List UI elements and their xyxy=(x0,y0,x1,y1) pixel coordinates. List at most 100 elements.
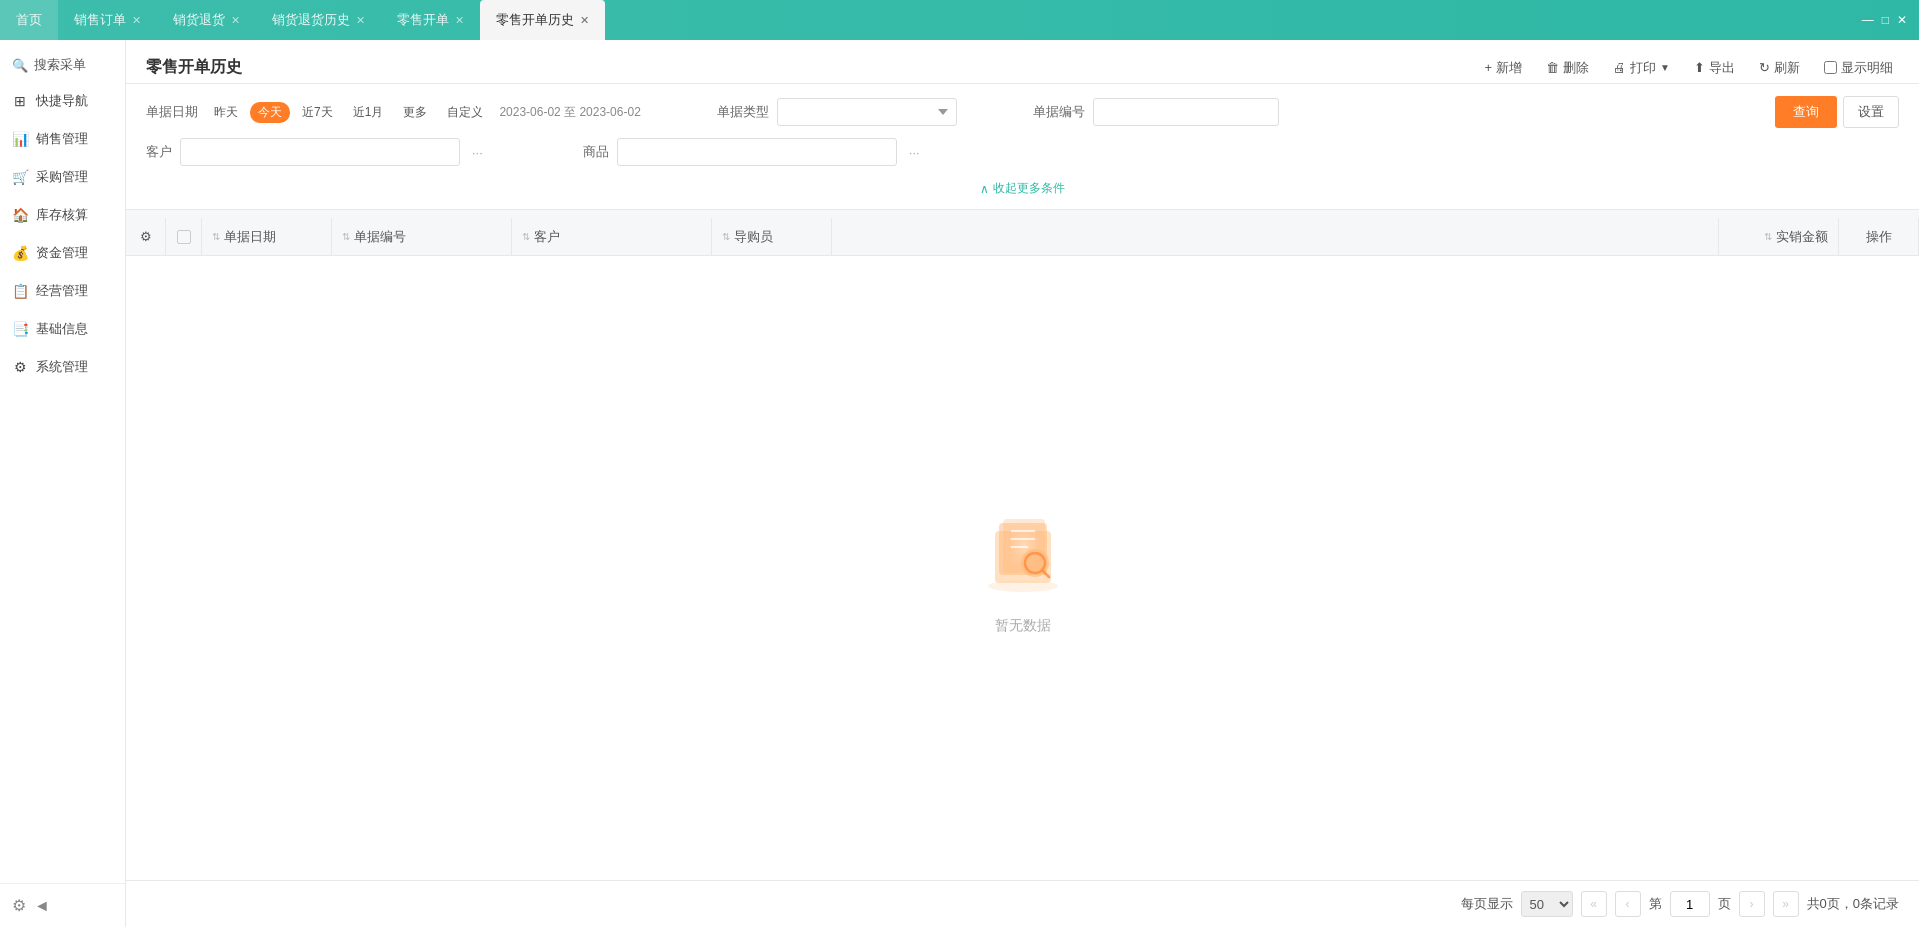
export-btn[interactable]: ⬆ 导出 xyxy=(1688,55,1741,81)
th-checkbox[interactable] xyxy=(166,218,202,255)
th-settings[interactable]: ⚙ xyxy=(126,218,166,255)
tab-sales-return-history-close[interactable]: ✕ xyxy=(356,14,365,27)
print-label: 打印 xyxy=(1630,59,1656,77)
goods-label: 商品 xyxy=(583,143,609,161)
order-type-select[interactable] xyxy=(777,98,957,126)
sidebar-search[interactable]: 🔍 搜索采单 xyxy=(0,48,125,82)
page-label-after: 页 xyxy=(1718,895,1731,913)
settings-filter-btn[interactable]: 设置 xyxy=(1843,96,1899,128)
print-chevron-icon: ▼ xyxy=(1660,62,1670,73)
query-btn[interactable]: 查询 xyxy=(1775,96,1837,128)
sidebar-item-system-mgmt[interactable]: ⚙ 系统管理 xyxy=(0,348,125,386)
sidebar-item-finance[interactable]: 💰 资金管理 xyxy=(0,234,125,272)
tab-sales-order-close[interactable]: ✕ xyxy=(132,14,141,27)
date-btn-more[interactable]: 更多 xyxy=(395,102,435,123)
sidebar-settings-btn[interactable]: ⚙ xyxy=(12,896,26,915)
sidebar-bottom: ⚙ ◄ xyxy=(0,883,125,927)
th-action: 操作 xyxy=(1839,218,1919,255)
collapse-label: 收起更多条件 xyxy=(993,180,1065,197)
tab-sales-order[interactable]: 销售订单 ✕ xyxy=(58,0,157,40)
empty-illustration xyxy=(973,501,1073,601)
tab-home[interactable]: 首页 xyxy=(0,0,58,40)
refresh-btn[interactable]: ↻ 刷新 xyxy=(1753,55,1806,81)
sidebar-item-basic-info-label: 基础信息 xyxy=(36,320,88,338)
basic-info-icon: 📑 xyxy=(12,321,28,337)
sidebar-item-sales-mgmt-label: 销售管理 xyxy=(36,130,88,148)
date-btn-1month[interactable]: 近1月 xyxy=(345,102,392,123)
page-size-select[interactable]: 50 10 20 100 xyxy=(1521,891,1573,917)
sidebar-item-sales-mgmt[interactable]: 📊 销售管理 xyxy=(0,120,125,158)
collapse-row: ∧ 收起更多条件 xyxy=(146,176,1899,197)
refresh-icon: ↻ xyxy=(1759,60,1770,75)
display-detail-btn[interactable]: 显示明细 xyxy=(1818,55,1899,81)
maximize-btn[interactable]: □ xyxy=(1882,13,1889,27)
order-type-label: 单据类型 xyxy=(717,103,769,121)
sidebar-item-inventory[interactable]: 🏠 库存核算 xyxy=(0,196,125,234)
print-icon: 🖨 xyxy=(1613,60,1626,75)
goods-input[interactable] xyxy=(617,138,897,166)
tab-retail-open-close[interactable]: ✕ xyxy=(455,14,464,27)
goods-ellipsis[interactable]: ··· xyxy=(905,145,924,160)
date-btn-custom[interactable]: 自定义 xyxy=(439,102,491,123)
last-page-icon: » xyxy=(1782,897,1789,911)
tab-sales-order-label: 销售订单 xyxy=(74,11,126,29)
next-page-btn[interactable]: › xyxy=(1739,891,1765,917)
order-no-input[interactable] xyxy=(1093,98,1279,126)
sidebar-item-basic-info[interactable]: 📑 基础信息 xyxy=(0,310,125,348)
sidebar-search-label: 搜索采单 xyxy=(34,56,86,74)
tab-retail-open-history[interactable]: 零售开单历史 ✕ xyxy=(480,0,605,40)
date-btn-yesterday[interactable]: 昨天 xyxy=(206,102,246,123)
pagination: 每页显示 50 10 20 100 « ‹ 第 页 › » 共0页，0条记录 xyxy=(126,880,1919,927)
sort-date-icon: ⇅ xyxy=(212,231,220,242)
date-btn-7days[interactable]: 近7天 xyxy=(294,102,341,123)
th-middle xyxy=(832,218,1719,255)
query-buttons: 查询 设置 xyxy=(1775,96,1899,128)
date-filter-label: 单据日期 xyxy=(146,103,198,121)
minimize-btn[interactable]: — xyxy=(1862,13,1874,27)
header-checkbox[interactable] xyxy=(177,230,191,244)
sidebar-collapse-btn[interactable]: ◄ xyxy=(34,897,50,915)
th-customer[interactable]: ⇅ 客户 xyxy=(512,218,712,255)
tab-sales-return-history[interactable]: 销货退货历史 ✕ xyxy=(256,0,381,40)
sidebar-item-quick-nav-label: 快捷导航 xyxy=(36,92,88,110)
th-customer-label: 客户 xyxy=(534,228,560,246)
collapse-btn[interactable]: ∧ 收起更多条件 xyxy=(980,180,1065,197)
sidebar-item-quick-nav[interactable]: ⊞ 快捷导航 xyxy=(0,82,125,120)
prev-page-btn[interactable]: ‹ xyxy=(1615,891,1641,917)
sidebar: 🔍 搜索采单 ⊞ 快捷导航 📊 销售管理 🛒 采购管理 🏠 库存核算 💰 资金管… xyxy=(0,40,126,927)
customer-ellipsis[interactable]: ··· xyxy=(468,145,487,160)
first-page-btn[interactable]: « xyxy=(1581,891,1607,917)
th-guide-label: 导购员 xyxy=(734,228,773,246)
top-bar: 首页 销售订单 ✕ 销货退货 ✕ 销货退货历史 ✕ 零售开单 ✕ 零售开单历史 … xyxy=(0,0,1919,40)
delete-btn[interactable]: 🗑 删除 xyxy=(1540,55,1595,81)
tab-retail-open[interactable]: 零售开单 ✕ xyxy=(381,0,480,40)
th-guide[interactable]: ⇅ 导购员 xyxy=(712,218,832,255)
export-icon: ⬆ xyxy=(1694,60,1705,75)
date-filter: 单据日期 昨天 今天 近7天 近1月 更多 自定义 2023-06-02 至 2… xyxy=(146,102,641,123)
add-btn[interactable]: + 新增 xyxy=(1479,55,1529,81)
sidebar-item-operations[interactable]: 📋 经营管理 xyxy=(0,272,125,310)
th-order-no[interactable]: ⇅ 单据编号 xyxy=(332,218,512,255)
toolbar: + 新增 🗑 删除 🖨 打印 ▼ ⬆ 导出 ↻ 刷新 xyxy=(1479,55,1900,81)
th-date[interactable]: ⇅ 单据日期 xyxy=(202,218,332,255)
sidebar-item-purchase-mgmt[interactable]: 🛒 采购管理 xyxy=(0,158,125,196)
th-amount[interactable]: ⇅ 实销金额 xyxy=(1719,218,1839,255)
prev-page-icon: ‹ xyxy=(1626,897,1630,911)
page-size-label: 每页显示 xyxy=(1461,895,1513,913)
customer-input[interactable] xyxy=(180,138,460,166)
order-type-filter: 单据类型 xyxy=(717,98,957,126)
finance-icon: 💰 xyxy=(12,245,28,261)
th-date-label: 单据日期 xyxy=(224,228,276,246)
print-btn[interactable]: 🖨 打印 ▼ xyxy=(1607,55,1676,81)
tab-sales-return[interactable]: 销货退货 ✕ xyxy=(157,0,256,40)
tab-retail-open-label: 零售开单 xyxy=(397,11,449,29)
tab-retail-open-history-close[interactable]: ✕ xyxy=(580,14,589,27)
date-btn-today[interactable]: 今天 xyxy=(250,102,290,123)
tab-bar: 首页 销售订单 ✕ 销货退货 ✕ 销货退货历史 ✕ 零售开单 ✕ 零售开单历史 … xyxy=(0,0,1850,40)
current-page-input[interactable] xyxy=(1670,891,1710,917)
display-detail-checkbox[interactable] xyxy=(1824,61,1837,74)
tab-sales-return-history-label: 销货退货历史 xyxy=(272,11,350,29)
window-close-btn[interactable]: ✕ xyxy=(1897,13,1907,27)
tab-sales-return-close[interactable]: ✕ xyxy=(231,14,240,27)
last-page-btn[interactable]: » xyxy=(1773,891,1799,917)
